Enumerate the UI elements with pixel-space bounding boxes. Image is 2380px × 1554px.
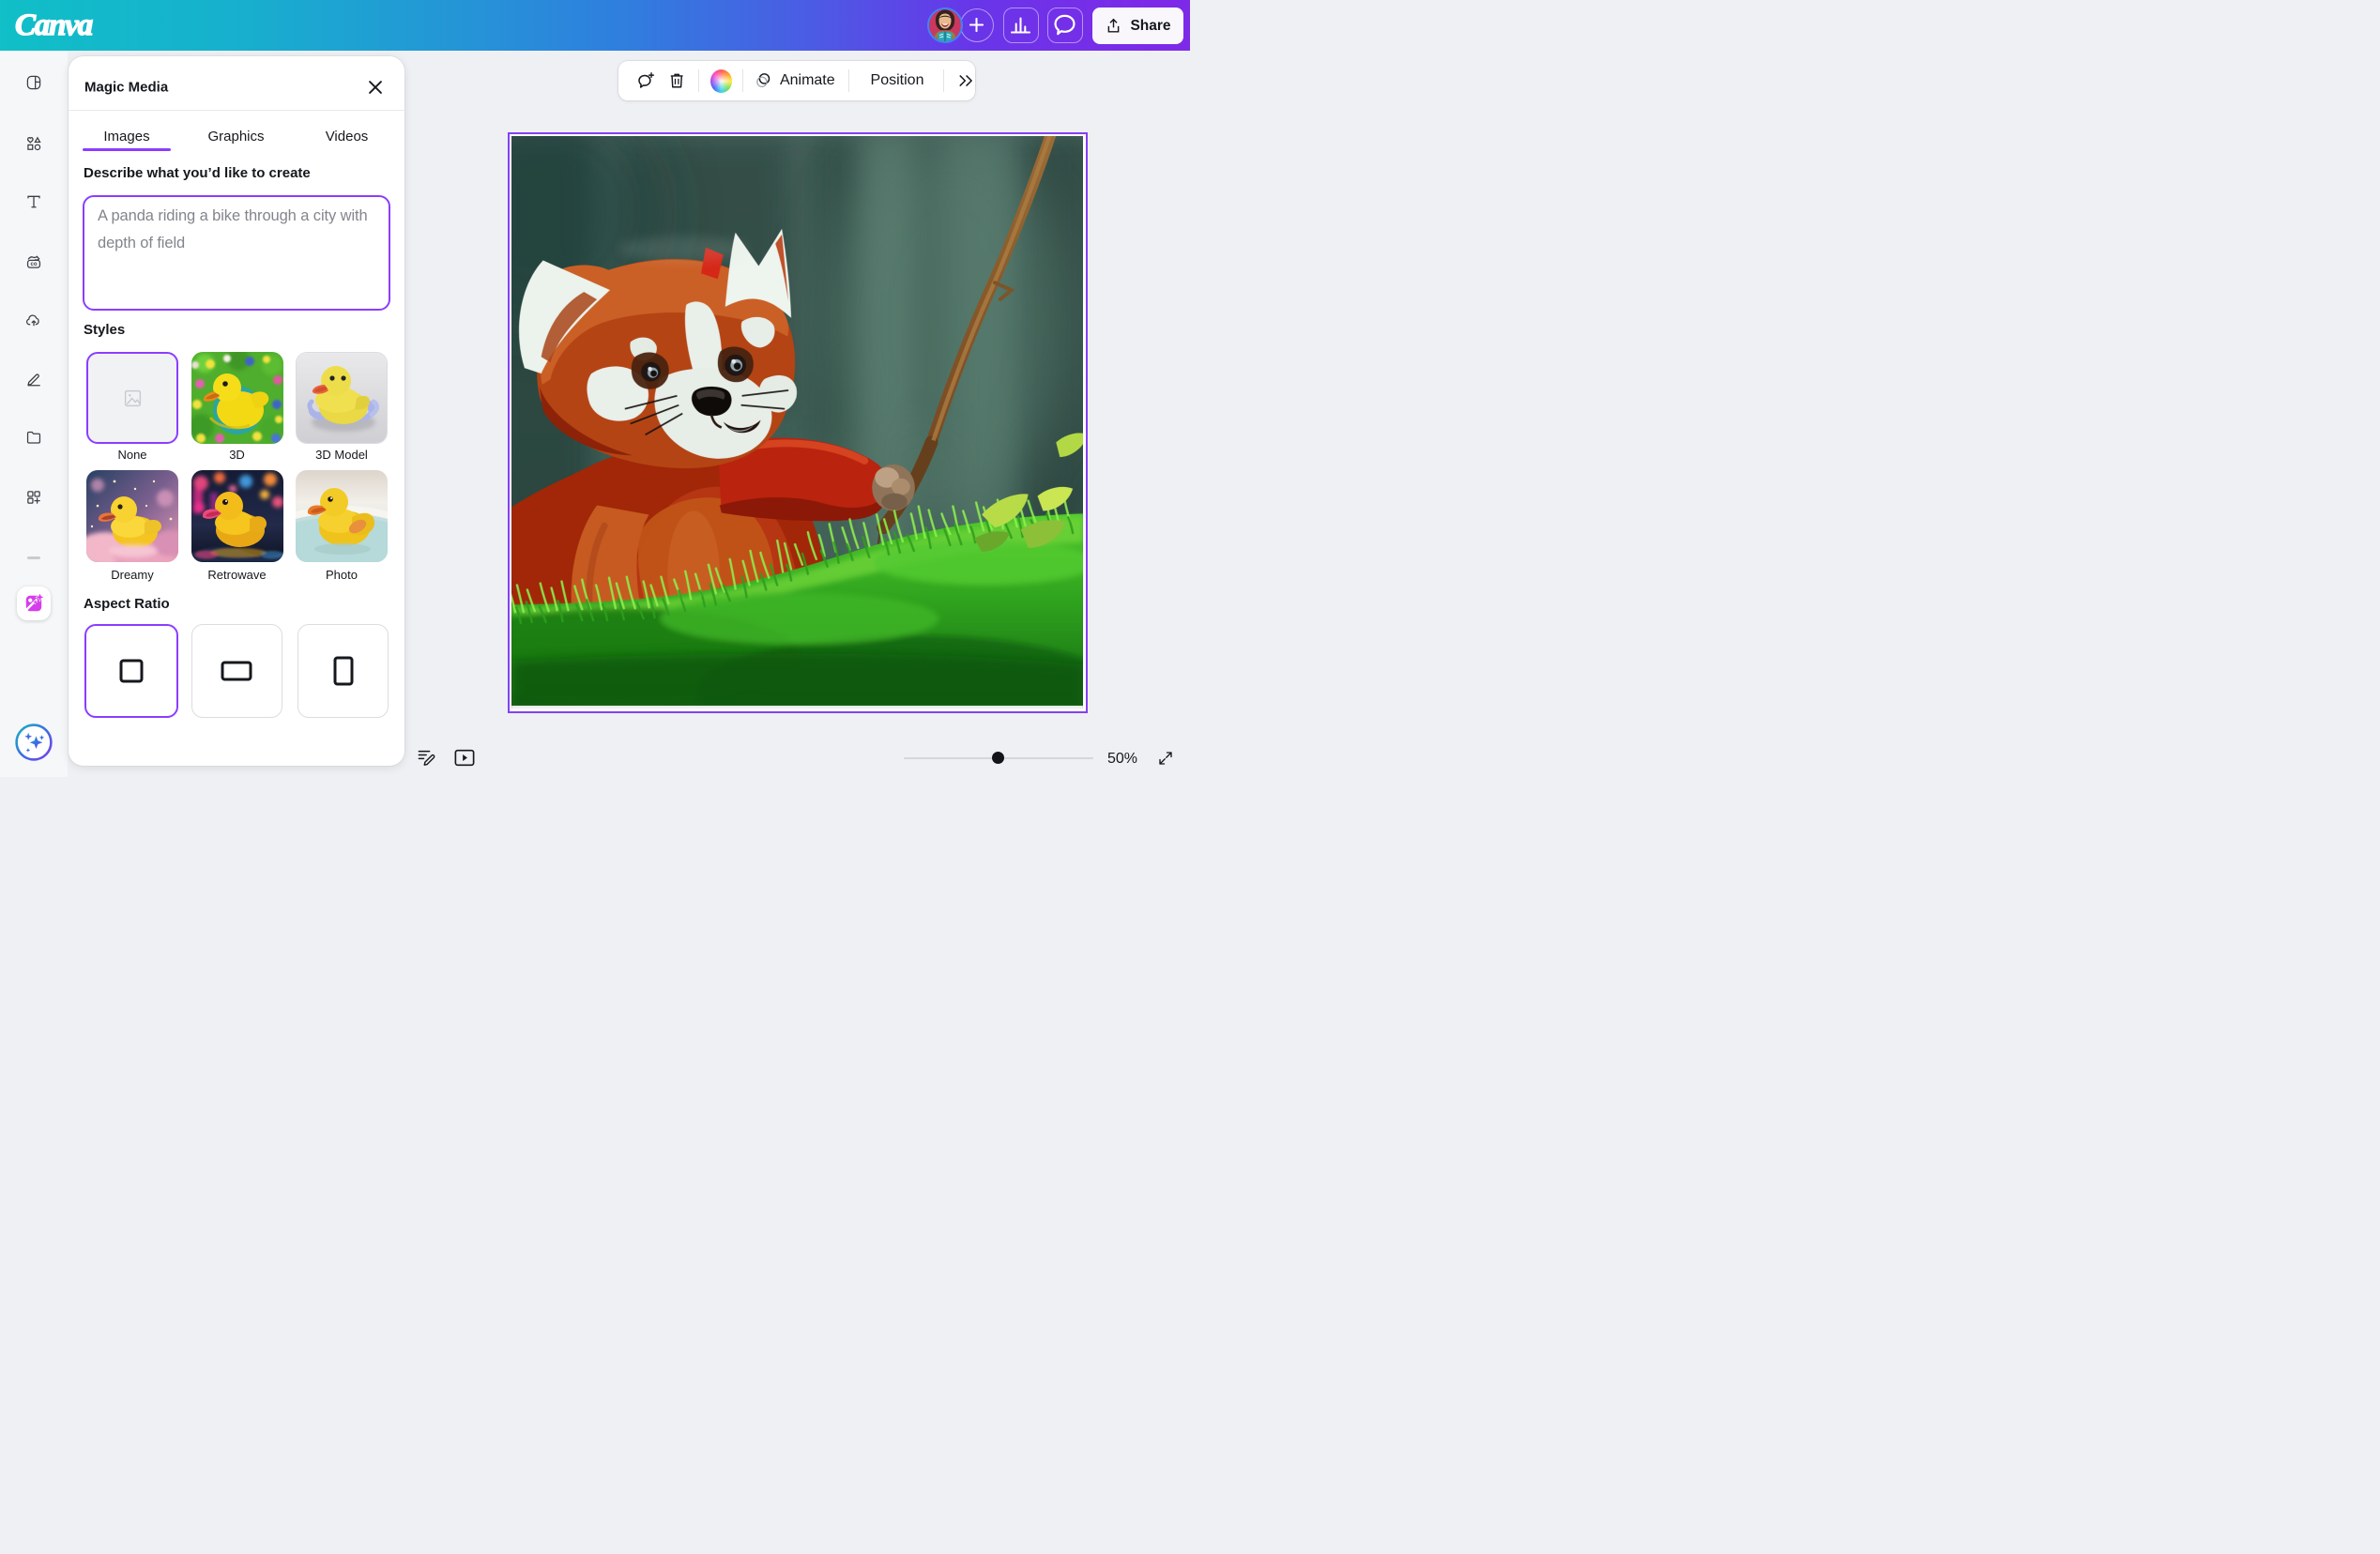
- svg-text:co: co: [30, 262, 37, 267]
- svg-text:Canva: Canva: [15, 8, 93, 42]
